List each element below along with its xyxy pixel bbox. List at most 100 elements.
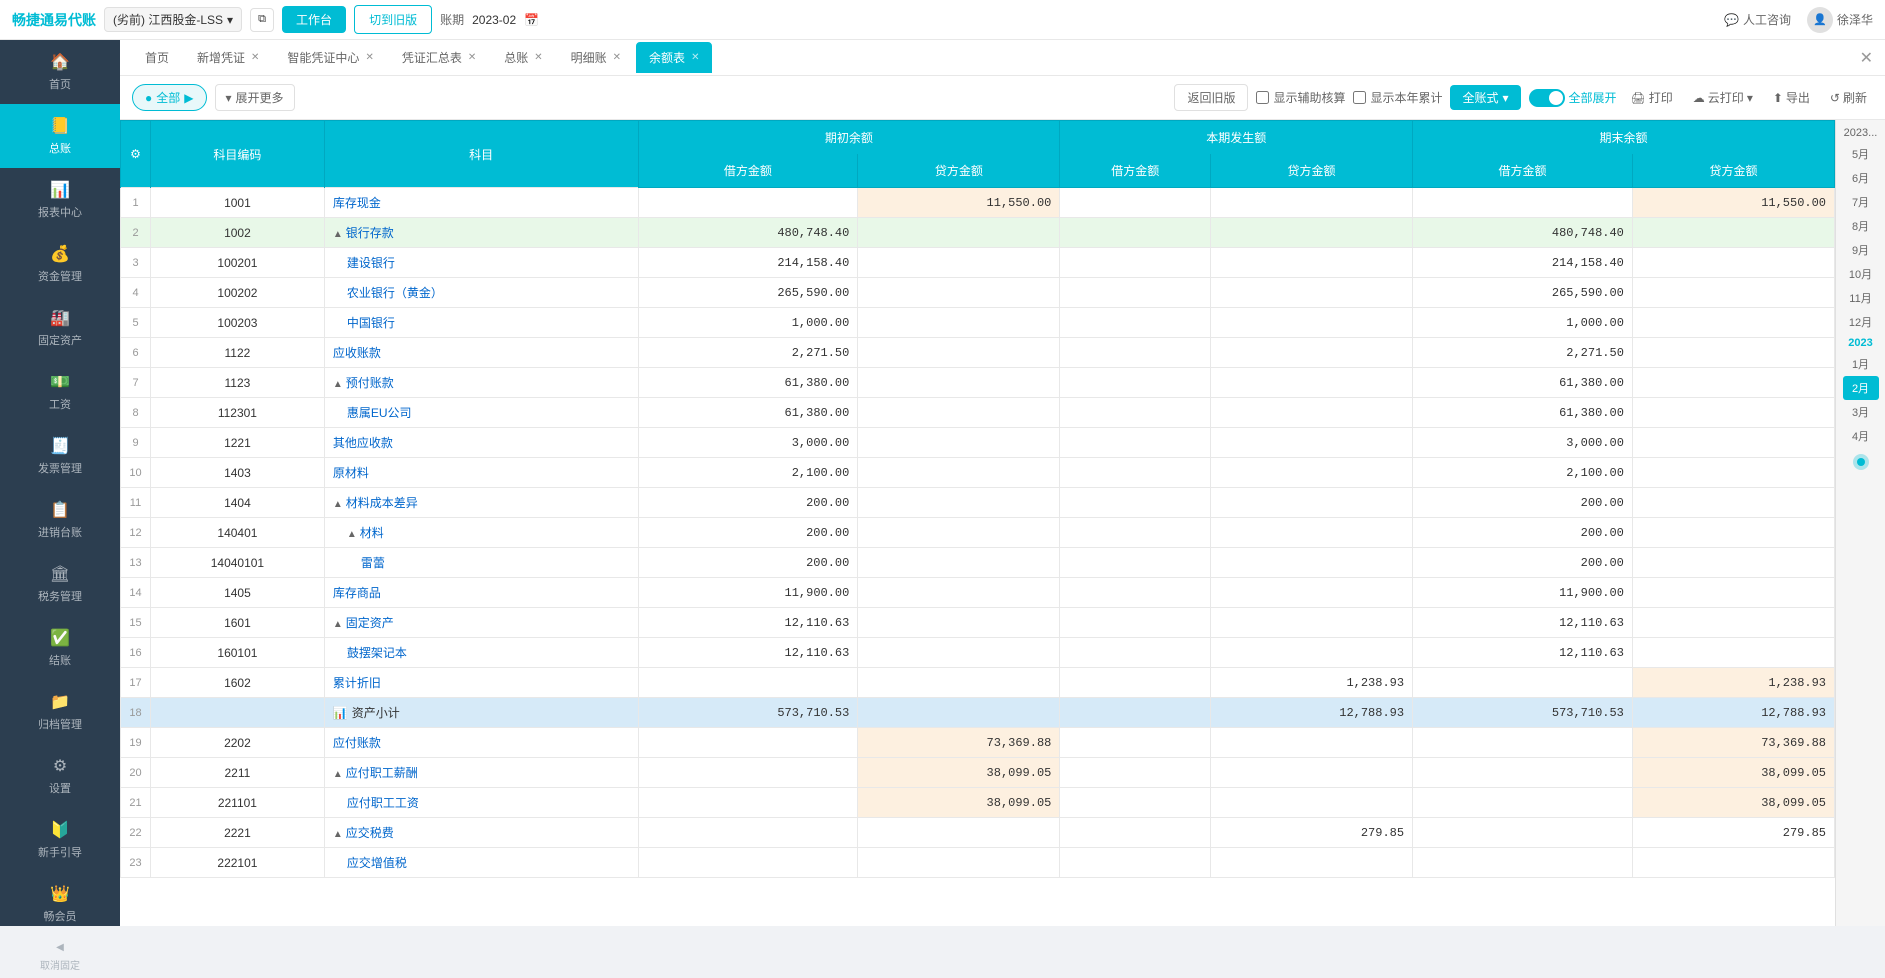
tab-balance-sheet[interactable]: 余额表 ✕ (636, 42, 712, 73)
timeline-month-7[interactable]: 7月 (1843, 190, 1879, 214)
return-old-button[interactable]: 返回旧版 (1174, 84, 1248, 111)
export-button[interactable]: ⬆ 导出 (1767, 85, 1816, 110)
row-name[interactable]: 其他应收款 (324, 428, 638, 458)
tab-general-ledger[interactable]: 总账 ✕ (491, 42, 555, 73)
sidebar-item-invoice[interactable]: 🧾 发票管理 (0, 424, 120, 488)
show-aux-input[interactable] (1256, 91, 1269, 104)
sidebar-item-fixed-assets[interactable]: 🏭 固定资产 (0, 296, 120, 360)
row-name[interactable]: 库存现金 (324, 188, 638, 218)
row-name[interactable]: 中国银行 (324, 308, 638, 338)
workbench-button[interactable]: 工作台 (282, 6, 346, 33)
row-name[interactable]: ▲应交税费 (324, 818, 638, 848)
toggle-switch[interactable] (1529, 89, 1565, 107)
print-button[interactable]: 🖨 打印 (1625, 85, 1679, 110)
copy-button[interactable]: ⧉ (250, 8, 274, 32)
sidebar-item-home[interactable]: 🏠 首页 (0, 40, 120, 104)
tab-detail-ledger-close[interactable]: ✕ (613, 52, 621, 63)
company-selector[interactable]: (劣前) 江西股金-LSS ▾ (104, 7, 242, 32)
timeline-month-11[interactable]: 11月 (1843, 286, 1879, 310)
show-ytd-checkbox[interactable]: 显示本年累计 (1353, 89, 1442, 106)
row-num: 18 (121, 698, 151, 728)
row-name[interactable]: ▲银行存款 (324, 218, 638, 248)
timeline-month-8[interactable]: 8月 (1843, 214, 1879, 238)
tab-smart-center[interactable]: 智能凭证中心 ✕ (274, 42, 386, 73)
row-name[interactable]: 应交增值税 (324, 848, 638, 878)
timeline-month-4[interactable]: 4月 (1843, 424, 1879, 448)
timeline-month-2[interactable]: 2月 (1843, 376, 1879, 400)
expand-more-button[interactable]: ▾ 展开更多 (215, 84, 295, 111)
tab-home[interactable]: 首页 (132, 42, 182, 73)
row-name[interactable]: ▲固定资产 (324, 608, 638, 638)
row-num: 1 (121, 188, 151, 218)
calendar-icon[interactable]: 📅 (524, 13, 539, 27)
fullmode-button[interactable]: 全账式 ▾ (1450, 85, 1520, 110)
close-all-tabs[interactable]: ✕ (1860, 48, 1873, 68)
row-name[interactable]: 农业银行（黄金） (324, 278, 638, 308)
consult-button[interactable]: 💬 人工咨询 (1724, 11, 1791, 28)
table-wrapper[interactable]: ⚙ 科目编码 科目 期初余额 本期发生额 期末余额 借方金额 贷方金额 借方金额 (120, 120, 1835, 926)
tab-home-label: 首页 (145, 49, 169, 66)
member-icon: 👑 (50, 884, 70, 904)
sidebar-item-tax[interactable]: 🏛 税务管理 (0, 552, 120, 616)
row-name[interactable]: ▲预付账款 (324, 368, 638, 398)
timeline-month-5[interactable]: 5月 (1843, 142, 1879, 166)
row-name[interactable]: ▲应付职工薪酬 (324, 758, 638, 788)
tab-new-voucher[interactable]: 新增凭证 ✕ (184, 42, 272, 73)
sales-icon: 📋 (50, 500, 70, 520)
company-dropdown-icon: ▾ (227, 13, 233, 27)
sidebar-item-ledger[interactable]: 📒 总账 (0, 104, 120, 168)
row-name[interactable]: ▲材料 (324, 518, 638, 548)
salary-icon: 💵 (50, 372, 70, 392)
sidebar-item-settings[interactable]: ⚙ 设置 (0, 744, 120, 808)
cp-credit-cell (1211, 848, 1413, 878)
refresh-button[interactable]: ↺ 刷新 (1824, 85, 1873, 110)
cb-debit-cell: 480,748.40 (1413, 218, 1633, 248)
show-ytd-input[interactable] (1353, 91, 1366, 104)
unpin-button[interactable]: ◀ 取消固定 (0, 936, 120, 978)
row-name[interactable]: 累计折旧 (324, 668, 638, 698)
timeline-month-12[interactable]: 12月 (1843, 310, 1879, 334)
timeline-month-10[interactable]: 10月 (1843, 262, 1879, 286)
tab-voucher-summary-close[interactable]: ✕ (468, 52, 476, 63)
sidebar-item-funds[interactable]: 💰 资金管理 (0, 232, 120, 296)
sidebar-item-checkout[interactable]: ✅ 结账 (0, 616, 120, 680)
row-name[interactable]: 原材料 (324, 458, 638, 488)
timeline-month-1[interactable]: 1月 (1843, 352, 1879, 376)
sidebar-item-guide[interactable]: 🔰 新手引导 (0, 808, 120, 872)
tab-voucher-summary[interactable]: 凭证汇总表 ✕ (389, 42, 489, 73)
cp-debit-cell (1060, 608, 1211, 638)
tab-new-voucher-close[interactable]: ✕ (251, 52, 259, 63)
row-name[interactable]: ▲材料成本差异 (324, 488, 638, 518)
expand-all-toggle[interactable]: 全部展开 (1529, 89, 1617, 107)
row-name[interactable]: 应收账款 (324, 338, 638, 368)
tab-general-ledger-close[interactable]: ✕ (534, 52, 542, 63)
sidebar-item-sales[interactable]: 📋 进销台账 (0, 488, 120, 552)
row-name[interactable]: 建设银行 (324, 248, 638, 278)
timeline-month-6[interactable]: 6月 (1843, 166, 1879, 190)
row-num: 9 (121, 428, 151, 458)
switch-version-button[interactable]: 切到旧版 (354, 5, 432, 34)
all-filter-button[interactable]: ● 全部 ▶ (132, 84, 207, 111)
row-name[interactable]: 鼓摆架记本 (324, 638, 638, 668)
sidebar-item-archive[interactable]: 📁 归档管理 (0, 680, 120, 744)
cloud-print-button[interactable]: ☁ 云打印 ▾ (1687, 85, 1759, 110)
sidebar-item-reports[interactable]: 📊 报表中心 (0, 168, 120, 232)
tab-balance-sheet-close[interactable]: ✕ (691, 52, 699, 63)
timeline-month-9[interactable]: 9月 (1843, 238, 1879, 262)
sidebar-item-salary[interactable]: 💵 工资 (0, 360, 120, 424)
timeline-month-3[interactable]: 3月 (1843, 400, 1879, 424)
tab-smart-center-close[interactable]: ✕ (365, 52, 373, 63)
tab-detail-ledger[interactable]: 明细账 ✕ (558, 42, 634, 73)
row-name[interactable]: 应付账款 (324, 728, 638, 758)
settings-header[interactable]: ⚙ (121, 121, 151, 188)
show-aux-checkbox[interactable]: 显示辅助核算 (1256, 89, 1345, 106)
row-name[interactable]: 库存商品 (324, 578, 638, 608)
sidebar-item-member[interactable]: 👑 畅会员 (0, 872, 120, 936)
page-content: ● 全部 ▶ ▾ 展开更多 返回旧版 显示辅助核算 显示本年 (120, 76, 1885, 926)
row-name[interactable]: 应付职工工资 (324, 788, 638, 818)
cb-credit-cell (1632, 308, 1834, 338)
user-area[interactable]: 👤 徐泽华 (1807, 7, 1873, 33)
cp-debit-cell (1060, 848, 1211, 878)
row-name[interactable]: 雷蕾 (324, 548, 638, 578)
row-name[interactable]: 惠属EU公司 (324, 398, 638, 428)
